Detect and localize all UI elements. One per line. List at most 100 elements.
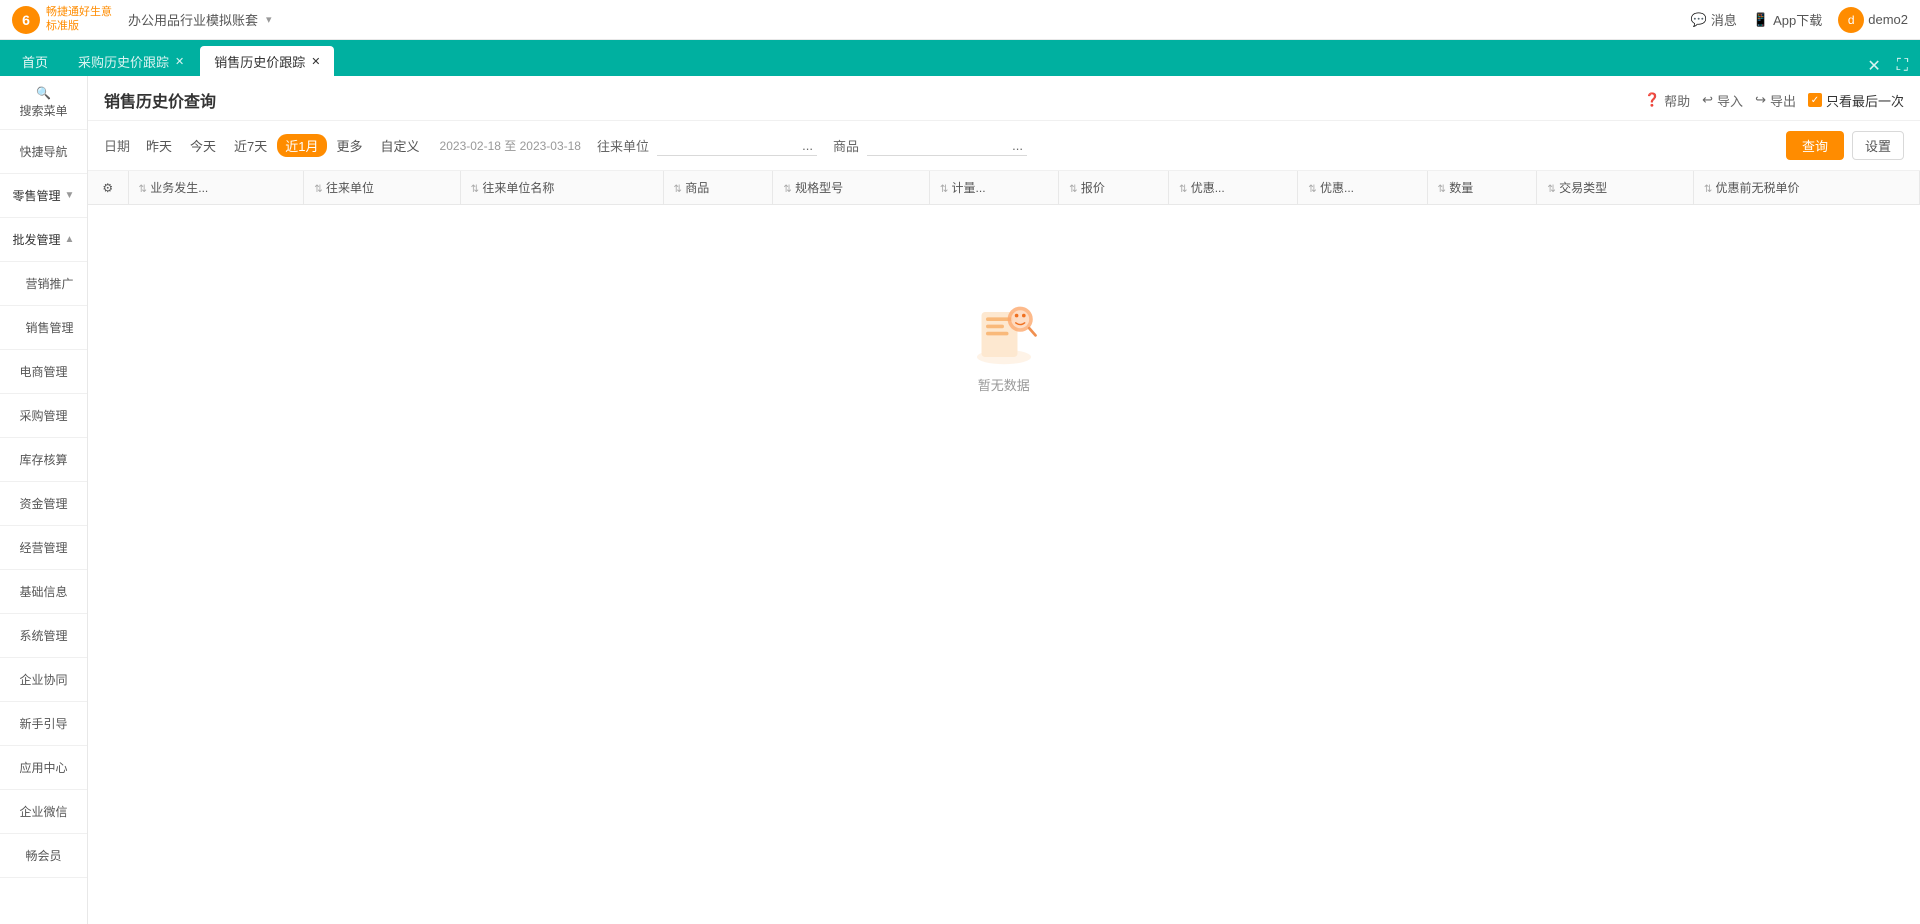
goods-filter-group: 商品 ... [833, 136, 1027, 156]
sidebar-item-guide[interactable]: 新手引导 [0, 702, 87, 746]
tab-purchase-history[interactable]: 采购历史价跟踪 ✕ [64, 46, 198, 76]
table-col-qty[interactable]: ⇅ 数量 [1427, 171, 1537, 205]
date-range-text: 2023-02-18 至 2023-03-18 [440, 137, 581, 154]
tab-purchase-close-icon[interactable]: ✕ [175, 55, 184, 68]
sort-icon-12: ⇅ [1704, 184, 1712, 195]
sidebar-item-sales[interactable]: 销售管理 [0, 306, 87, 350]
logo-text: 畅捷通好生意标准版 [46, 6, 112, 32]
date-btn-1month[interactable]: 近1月 [277, 134, 326, 157]
content-area: 销售历史价查询 ❓ 帮助 ↩ 导入 ↪ 导出 ✓ [88, 76, 1920, 924]
partner-ellipsis-icon[interactable]: ... [802, 138, 813, 153]
sidebar-item-basics[interactable]: 基础信息 [0, 570, 87, 614]
help-icon: ❓ [1644, 92, 1660, 108]
table-col-type[interactable]: ⇅ 交易类型 [1537, 171, 1693, 205]
sidebar-item-wechat[interactable]: 企业微信 [0, 790, 87, 834]
table-col-price[interactable]: ⇅ 优惠前无税单价 [1693, 171, 1919, 205]
fullscreen-icon[interactable]: ⛶ [1893, 57, 1912, 75]
sidebar-item-retail[interactable]: 零售管理 ▼ [0, 174, 87, 218]
sidebar-item-operations[interactable]: 经营管理 [0, 526, 87, 570]
close-window-icon[interactable]: ✕ [1863, 56, 1884, 76]
tab-sales-history[interactable]: 销售历史价跟踪 ✕ [200, 46, 334, 76]
export-icon: ↪ [1755, 92, 1766, 108]
message-icon: 💬 [1691, 12, 1707, 28]
search-button[interactable]: 查询 [1786, 131, 1844, 160]
sort-icon-9: ⇅ [1308, 184, 1316, 195]
sort-icon: ⇅ [139, 184, 147, 195]
only-last-checkbox[interactable]: ✓ 只看最后一次 [1808, 91, 1904, 110]
export-button[interactable]: ↪ 导出 [1755, 91, 1796, 110]
goods-ellipsis-icon[interactable]: ... [1012, 138, 1023, 153]
empty-state: 暂无数据 [88, 205, 1920, 474]
sidebar-item-quicknav[interactable]: 快捷导航 [0, 130, 87, 174]
table-col-discount2[interactable]: ⇅ 优惠... [1298, 171, 1427, 205]
date-btn-7days[interactable]: 近7天 [226, 134, 275, 157]
tab-sales-close-icon[interactable]: ✕ [311, 55, 320, 68]
page-actions: ❓ 帮助 ↩ 导入 ↪ 导出 ✓ 只看最后一次 [1644, 91, 1904, 110]
goods-label: 商品 [833, 136, 859, 155]
retail-chevron-icon: ▼ [65, 190, 75, 201]
filter-buttons: 查询 设置 [1786, 131, 1904, 160]
help-button[interactable]: ❓ 帮助 [1644, 91, 1690, 110]
date-filter-group: 日期 昨天 今天 近7天 近1月 更多 自定义 2023-02-18 至 202… [104, 134, 581, 157]
top-bar-left: 6 畅捷通好生意标准版 办公用品行业模拟账套 ▾ [12, 6, 272, 34]
sort-icon-6: ⇅ [940, 184, 948, 195]
goods-input[interactable]: ... [867, 136, 1027, 156]
table-col-unit[interactable]: ⇅ 计量... [929, 171, 1058, 205]
tab-bar: 首页 采购历史价跟踪 ✕ 销售历史价跟踪 ✕ ✕ ⛶ [0, 40, 1920, 76]
sort-icon-8: ⇅ [1179, 184, 1187, 195]
settings-icon: ⚙ [102, 181, 113, 195]
sidebar-item-finance[interactable]: 资金管理 [0, 482, 87, 526]
sort-icon-11: ⇅ [1547, 184, 1555, 195]
sort-icon-2: ⇅ [314, 184, 322, 195]
search-icon: 🔍 [36, 86, 51, 100]
table-col-discount1[interactable]: ⇅ 优惠... [1168, 171, 1297, 205]
sort-icon-7: ⇅ [1069, 184, 1077, 195]
tab-home[interactable]: 首页 [8, 46, 62, 76]
table-col-partner-name[interactable]: ⇅ 往来单位名称 [460, 171, 663, 205]
date-btn-yesterday[interactable]: 昨天 [138, 134, 180, 157]
sidebar-item-marketing[interactable]: 营销推广 [0, 262, 87, 306]
partner-label: 往来单位 [597, 136, 649, 155]
import-button[interactable]: ↩ 导入 [1702, 91, 1743, 110]
partner-input[interactable]: ... [657, 136, 817, 156]
wholesale-chevron-icon: ▲ [65, 234, 75, 245]
table-col-date[interactable]: ⇅ 业务发生... [128, 171, 304, 205]
download-button[interactable]: 📱 App下载 [1753, 10, 1822, 29]
data-table: ⚙ ⇅ 业务发生... ⇅ 往来单位 ⇅ [88, 171, 1920, 474]
table-col-spec[interactable]: ⇅ 规格型号 [773, 171, 929, 205]
sidebar-item-ecommerce[interactable]: 电商管理 [0, 350, 87, 394]
date-options: 昨天 今天 近7天 近1月 更多 自定义 [138, 134, 428, 157]
logo-area: 6 畅捷通好生意标准版 [12, 6, 112, 34]
setting-button[interactable]: 设置 [1852, 131, 1904, 160]
sort-icon-4: ⇅ [674, 184, 682, 195]
sidebar-item-member[interactable]: 畅会员 [0, 834, 87, 878]
table-container: ⚙ ⇅ 业务发生... ⇅ 往来单位 ⇅ [88, 171, 1920, 924]
table-col-quote[interactable]: ⇅ 报价 [1059, 171, 1169, 205]
sort-icon-5: ⇅ [783, 184, 791, 195]
empty-text: 暂无数据 [978, 375, 1030, 394]
import-icon: ↩ [1702, 92, 1713, 108]
date-btn-today[interactable]: 今天 [182, 134, 224, 157]
empty-illustration [959, 285, 1049, 375]
sidebar-item-wholesale[interactable]: 批发管理 ▲ [0, 218, 87, 262]
sidebar-item-appcenter[interactable]: 应用中心 [0, 746, 87, 790]
sort-icon-10: ⇅ [1438, 184, 1446, 195]
table-col-goods[interactable]: ⇅ 商品 [663, 171, 773, 205]
message-button[interactable]: 💬 消息 [1691, 10, 1737, 29]
sidebar-item-enterprise[interactable]: 企业协同 [0, 658, 87, 702]
checkbox-icon: ✓ [1808, 93, 1822, 107]
top-bar-right: 💬 消息 📱 App下载 d demo2 [1691, 7, 1908, 33]
sidebar-item-purchase[interactable]: 采购管理 [0, 394, 87, 438]
sidebar-item-inventory[interactable]: 库存核算 [0, 438, 87, 482]
app-dropdown-icon[interactable]: ▾ [266, 13, 272, 26]
date-btn-custom[interactable]: 自定义 [373, 134, 428, 157]
table-col-settings[interactable]: ⚙ [88, 171, 128, 205]
table-col-partner-code[interactable]: ⇅ 往来单位 [304, 171, 460, 205]
logo-icon: 6 [12, 6, 40, 34]
sidebar-item-system[interactable]: 系统管理 [0, 614, 87, 658]
date-label: 日期 [104, 136, 130, 155]
sidebar: 🔍 搜索菜单 快捷导航 零售管理 ▼ 批发管理 ▲ 营销推广 销售管理 电商管理… [0, 76, 88, 924]
user-button[interactable]: d demo2 [1838, 7, 1908, 33]
date-btn-more[interactable]: 更多 [329, 134, 371, 157]
sidebar-item-search[interactable]: 🔍 搜索菜单 [0, 76, 87, 130]
